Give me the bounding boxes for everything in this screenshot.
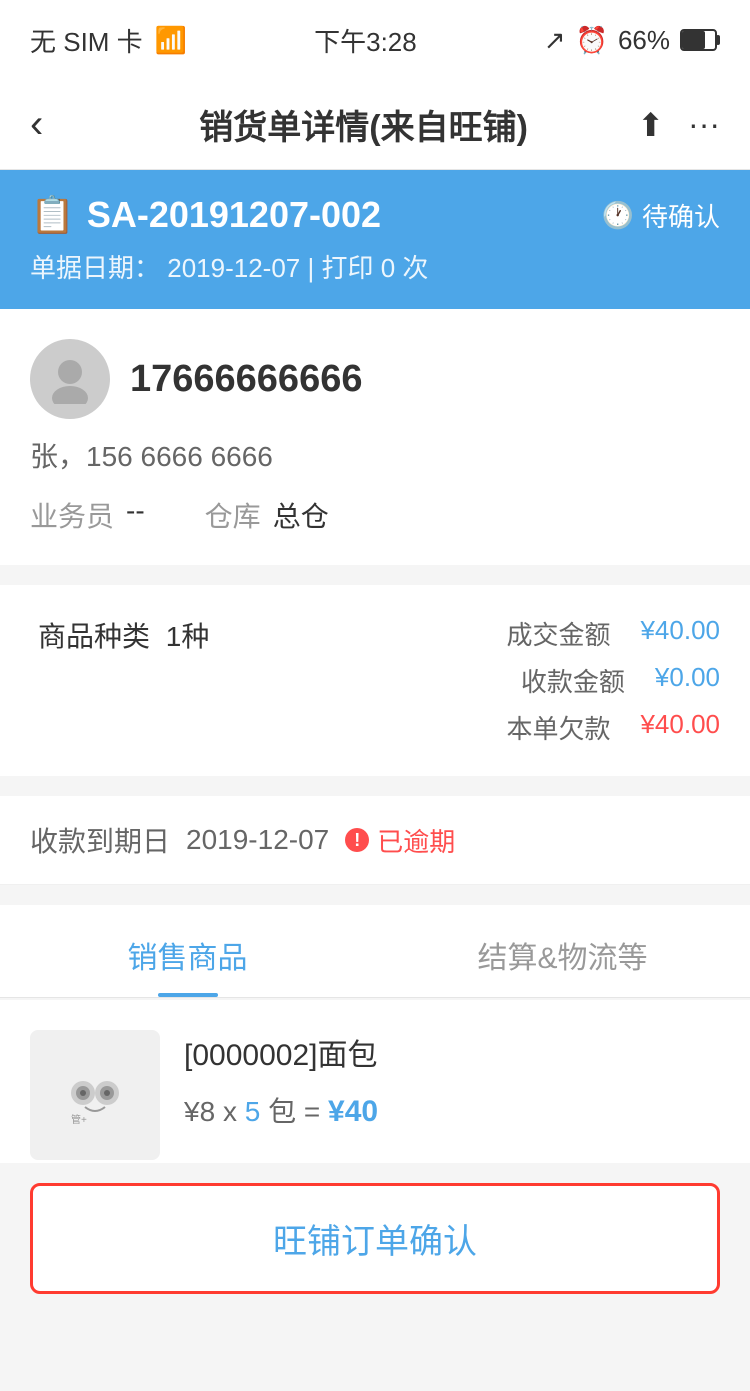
- salesperson-label: 业务员: [30, 495, 114, 535]
- owed-value: ¥40.00: [640, 709, 720, 746]
- product-type-label: 商品种类: [38, 621, 150, 652]
- customer-row: 17666666666: [30, 339, 720, 419]
- product-info: [0000002]面包 ¥8 x 5 包 = ¥40: [184, 1030, 720, 1160]
- received-amount-row: 收款金额 ¥0.00: [521, 662, 720, 699]
- customer-name: 张，156 6666 6666: [30, 435, 720, 475]
- warehouse-value: 总仓: [273, 495, 329, 535]
- owed-amount-row: 本单欠款 ¥40.00: [506, 709, 720, 746]
- multiply-sign: x: [223, 1096, 245, 1127]
- equals-sign: =: [304, 1096, 328, 1127]
- received-value: ¥0.00: [655, 662, 720, 699]
- order-date: 单据日期： 2019-12-07 | 打印 0 次: [30, 248, 720, 285]
- status-right: ↗ ⏰ 66%: [544, 25, 720, 56]
- status-left: 无 SIM 卡 📶: [30, 22, 187, 59]
- share-button[interactable]: ⬆: [637, 106, 664, 144]
- carrier-text: 无 SIM 卡: [30, 22, 143, 59]
- owed-label: 本单欠款: [506, 709, 610, 746]
- due-date-section: 收款到期日 2019-12-07 ! 已逾期: [0, 796, 750, 885]
- status-clock-icon: 🕐: [602, 200, 634, 231]
- page-title: 销货单详情(来自旺铺): [90, 100, 637, 149]
- product-type-item: 商品种类 1种: [30, 615, 209, 655]
- price-value: ¥8: [184, 1096, 215, 1127]
- received-label: 收款金额: [521, 662, 625, 699]
- order-banner: 📋 SA-20191207-002 🕐 待确认 单据日期： 2019-12-07…: [0, 170, 750, 309]
- deal-amount-value: ¥40.00: [640, 615, 720, 652]
- bottom-bar: 旺铺订单确认: [0, 1163, 750, 1334]
- warehouse-label: 仓库: [205, 495, 261, 535]
- tab-settlement[interactable]: 结算&物流等: [375, 905, 750, 997]
- location-icon: ↗: [544, 25, 566, 56]
- due-date-value: 2019-12-07: [186, 824, 329, 856]
- wifi-icon: 📶: [155, 25, 187, 56]
- product-type-value: 1种: [166, 621, 210, 652]
- tabs: 销售商品 结算&物流等: [0, 905, 750, 998]
- quantity: 5: [245, 1096, 261, 1127]
- summary-section: 商品种类 1种 成交金额 ¥40.00 收款金额 ¥0.00 本单欠款 ¥40.…: [0, 585, 750, 776]
- product-name: [0000002]面包: [184, 1030, 720, 1074]
- status-bar: 无 SIM 卡 📶 下午3:28 ↗ ⏰ 66%: [0, 0, 750, 80]
- order-id-icon: 📋: [30, 194, 75, 236]
- battery-icon: [680, 29, 720, 51]
- summary-left: 商品种类 1种: [30, 615, 209, 655]
- unit: 包: [268, 1096, 296, 1127]
- total-value: ¥40: [328, 1095, 378, 1128]
- due-date-label: 收款到期日: [30, 820, 170, 860]
- summary-right: 成交金额 ¥40.00 收款金额 ¥0.00 本单欠款 ¥40.00: [506, 615, 720, 746]
- deal-amount-row: 成交金额 ¥40.00: [506, 615, 720, 652]
- overdue-text: 已逾期: [377, 822, 455, 859]
- warehouse-info: 仓库 总仓: [205, 495, 329, 535]
- tab-sales-products[interactable]: 销售商品: [0, 905, 375, 997]
- alarm-icon: ⏰: [576, 25, 608, 56]
- salesperson-info: 业务员 --: [30, 495, 145, 535]
- product-image: 管+: [30, 1030, 160, 1160]
- customer-meta: 业务员 -- 仓库 总仓: [30, 495, 720, 535]
- salesperson-value: --: [126, 495, 145, 535]
- battery-text: 66%: [618, 25, 670, 56]
- more-button[interactable]: ···: [688, 106, 720, 143]
- nav-bar: ‹ 销货单详情(来自旺铺) ⬆ ···: [0, 80, 750, 170]
- avatar: [30, 339, 110, 419]
- order-id: 📋 SA-20191207-002: [30, 194, 381, 236]
- order-id-row: 📋 SA-20191207-002 🕐 待确认: [30, 194, 720, 236]
- svg-text:管+: 管+: [71, 1113, 87, 1125]
- product-price: ¥8 x 5 包 = ¥40: [184, 1090, 720, 1130]
- overdue-badge: ! 已逾期: [345, 822, 455, 859]
- customer-section: 17666666666 张，156 6666 6666 业务员 -- 仓库 总仓: [0, 309, 750, 565]
- overdue-icon: !: [345, 828, 369, 852]
- order-status: 🕐 待确认: [602, 197, 720, 234]
- status-time: 下午3:28: [314, 22, 417, 59]
- customer-phone: 17666666666: [130, 358, 362, 401]
- confirm-button[interactable]: 旺铺订单确认: [30, 1183, 720, 1294]
- deal-amount-label: 成交金额: [506, 615, 610, 652]
- nav-actions: ⬆ ···: [637, 106, 720, 144]
- back-button[interactable]: ‹: [30, 102, 90, 147]
